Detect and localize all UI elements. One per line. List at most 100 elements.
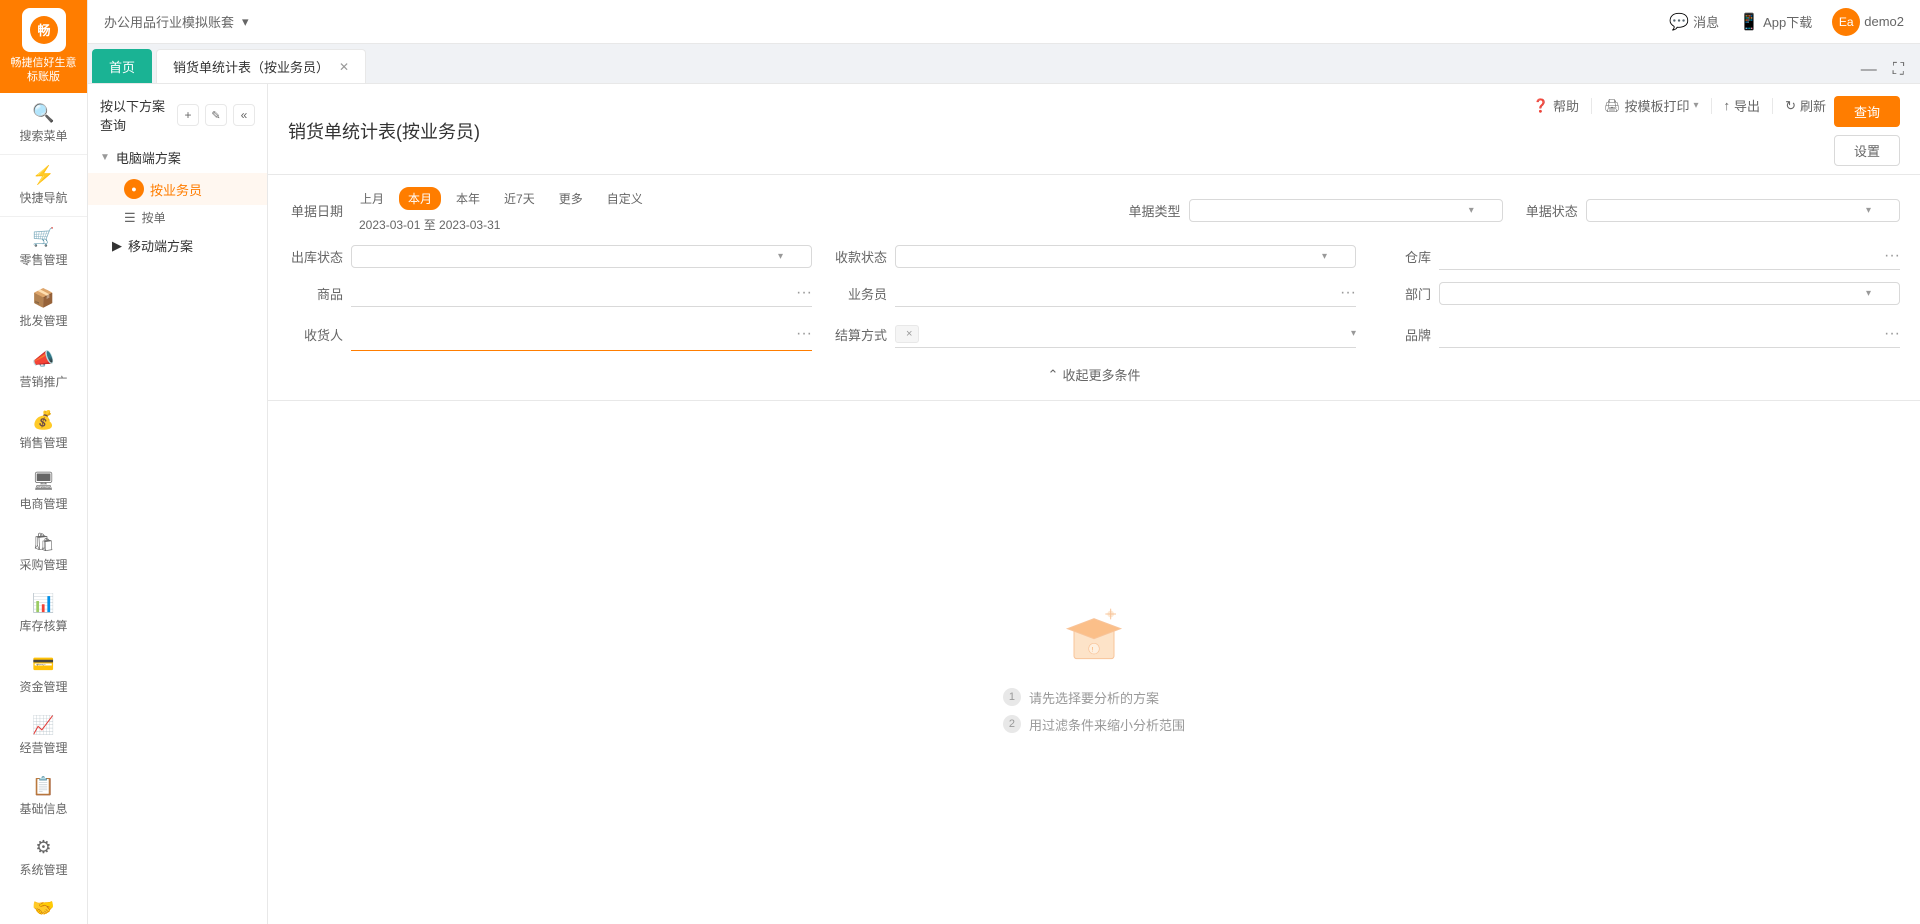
topbar-arrow[interactable]: ▾ — [242, 14, 249, 30]
filter-pay: 收款状态 ▾ — [832, 245, 1356, 268]
goods-label: 商品 — [288, 284, 343, 303]
finance-icon: 💳 — [32, 654, 54, 675]
filter-brand: 品牌 ··· — [1376, 321, 1900, 348]
add-icon: + — [184, 108, 191, 122]
brand-dots[interactable]: ··· — [1884, 325, 1900, 343]
tree-label-byorder: 按单 — [142, 209, 166, 226]
warehouse-dots[interactable]: ··· — [1884, 247, 1900, 265]
status-label: 单据状态 — [1523, 201, 1578, 220]
settle-tag-remove[interactable]: × — [906, 328, 912, 340]
setting-button[interactable]: 设置 — [1834, 135, 1900, 166]
collapse-up-icon: ⌃ — [1048, 367, 1059, 383]
date-tab-custom[interactable]: 自定义 — [598, 187, 652, 210]
svg-text:畅: 畅 — [37, 23, 50, 38]
filter-type: 单据类型 ▾ — [1126, 199, 1503, 222]
date-tab-this-year[interactable]: 本年 — [447, 187, 489, 210]
help-button[interactable]: ❓ 帮助 — [1533, 96, 1579, 115]
sidebar-item-inventory[interactable]: 📊 库存核算 — [0, 583, 87, 644]
sidebar-item-purchase[interactable]: 🛍 采购管理 — [0, 522, 87, 583]
query-button[interactable]: 查询 — [1834, 96, 1900, 127]
settle-control[interactable]: × ▾ — [895, 321, 1356, 348]
logo-area[interactable]: 畅 畅捷信好生意标账版 — [0, 0, 87, 93]
date-tab-last-month[interactable]: 上月 — [351, 187, 393, 210]
tab-sales-stat-label: 销货单统计表（按业务员） — [173, 57, 329, 76]
date-tabs: 上月 本月 本年 近7天 更多 自定义 2023-03-01 至 2023-03… — [351, 187, 738, 233]
tab-close-icon[interactable]: ✕ — [339, 60, 349, 74]
staff-control[interactable]: ··· — [895, 280, 1356, 307]
staff-dots[interactable]: ··· — [1340, 284, 1356, 302]
type-arrow: ▾ — [1469, 205, 1474, 216]
tab-expand-icon[interactable]: ⛶ — [1889, 57, 1908, 83]
message-icon: 💬 — [1669, 12, 1689, 32]
type-control[interactable]: ▾ — [1189, 199, 1503, 222]
sidebar-item-ecommerce[interactable]: 🖥 电商管理 — [0, 461, 87, 522]
tree-node-byorder[interactable]: ☰ 按单 — [88, 205, 267, 230]
left-panel-header: 按以下方案查询 + ✎ « — [88, 96, 267, 142]
filter-warehouse: 仓库 ··· — [1376, 243, 1900, 270]
sidebar-item-system[interactable]: ⚙ 系统管理 — [0, 827, 87, 888]
filter-row2: 出库状态 ▾ 收款状态 — [288, 243, 1900, 270]
receiver-input[interactable] — [351, 321, 796, 346]
date-tab-this-month[interactable]: 本月 — [399, 187, 441, 210]
receiver-control[interactable]: ··· — [351, 317, 812, 351]
tab-home[interactable]: 首页 — [92, 49, 152, 83]
edit-icon: ✎ — [211, 109, 220, 122]
brand-control[interactable]: ··· — [1439, 321, 1900, 348]
settle-tag: × — [895, 325, 919, 343]
order-icon: ☰ — [124, 210, 136, 226]
message-button[interactable]: 💬 消息 — [1669, 12, 1719, 32]
sidebar-item-wholesale[interactable]: 📦 批发管理 — [0, 278, 87, 339]
phone-icon: 📱 — [1739, 12, 1759, 32]
sidebar-item-quick[interactable]: ⚡ 快捷导航 — [0, 155, 87, 217]
print-button[interactable]: 🖨 按模板打印 ▾ — [1604, 96, 1699, 115]
sidebar-item-retail[interactable]: 🛒 零售管理 — [0, 217, 87, 278]
status-control[interactable]: ▾ — [1586, 199, 1900, 222]
empty-state: ! 1 请先选择要分析的方案 2 用过滤条件来缩小分析范围 — [1003, 592, 1185, 734]
sidebar-item-basic[interactable]: 📋 基础信息 — [0, 766, 87, 827]
help-icon: ❓ — [1533, 98, 1549, 114]
tree-node-bystaff[interactable]: ● 按业务员 — [88, 173, 267, 205]
logo-icon: 畅 — [22, 8, 66, 52]
receiver-dots[interactable]: ··· — [796, 325, 812, 343]
empty-tip2: 2 用过滤条件来缩小分析范围 — [1003, 715, 1185, 734]
app-download-button[interactable]: 📱 App下载 — [1739, 12, 1812, 32]
sidebar-item-marketing[interactable]: 📣 营销推广 — [0, 339, 87, 400]
sidebar-item-operation[interactable]: 📈 经营管理 — [0, 705, 87, 766]
sidebar-item-ecommerce-label: 电商管理 — [19, 495, 67, 512]
out-select[interactable]: ▾ — [351, 245, 812, 268]
tab-sales-stat[interactable]: 销货单统计表（按业务员） ✕ — [156, 49, 366, 83]
type-select[interactable]: ▾ — [1189, 199, 1503, 222]
status-select[interactable]: ▾ — [1586, 199, 1900, 222]
date-tab-more[interactable]: 更多 — [550, 187, 592, 210]
tip-num2: 2 — [1003, 715, 1021, 733]
tree-node-desktop[interactable]: ▼ 电脑端方案 — [88, 142, 267, 173]
goods-dots[interactable]: ··· — [796, 284, 812, 302]
inventory-icon: 📊 — [32, 593, 54, 614]
goods-control[interactable]: ··· — [351, 280, 812, 307]
warehouse-control[interactable]: ··· — [1439, 243, 1900, 270]
sidebar-item-search[interactable]: 🔍 搜索菜单 — [0, 93, 87, 155]
sidebar-item-finance[interactable]: 💳 资金管理 — [0, 644, 87, 705]
add-scheme-button[interactable]: + — [177, 104, 199, 126]
export-button[interactable]: ↑ 导出 — [1724, 96, 1761, 115]
refresh-button[interactable]: ↻ 刷新 — [1785, 96, 1826, 115]
sidebar-item-sales[interactable]: 💰 销售管理 — [0, 400, 87, 461]
edit-scheme-button[interactable]: ✎ — [205, 104, 227, 126]
out-control[interactable]: ▾ — [351, 245, 812, 268]
warehouse-label: 仓库 — [1376, 247, 1431, 266]
date-range: 2023-03-01 至 2023-03-31 — [359, 216, 500, 233]
date-tab-7days[interactable]: 近7天 — [495, 187, 544, 210]
sidebar-item-coop[interactable]: 🤝 企业协同 — [0, 888, 87, 924]
help-label: 帮助 — [1553, 96, 1579, 115]
tab-minimize-icon[interactable]: — — [1857, 57, 1881, 83]
pay-select[interactable]: ▾ — [895, 245, 1356, 268]
out-label: 出库状态 — [288, 247, 343, 266]
dept-select[interactable]: ▾ — [1439, 282, 1900, 305]
pay-control[interactable]: ▾ — [895, 245, 1356, 268]
user-menu[interactable]: Ea demo2 — [1832, 8, 1904, 36]
tree-node-mobile[interactable]: ▶ 移动端方案 — [88, 230, 267, 261]
collapse-button[interactable]: ⌃ 收起更多条件 — [1036, 361, 1153, 388]
collapse-panel-button[interactable]: « — [233, 104, 255, 126]
dept-control[interactable]: ▾ — [1439, 282, 1900, 305]
empty-tips: 1 请先选择要分析的方案 2 用过滤条件来缩小分析范围 — [1003, 688, 1185, 734]
